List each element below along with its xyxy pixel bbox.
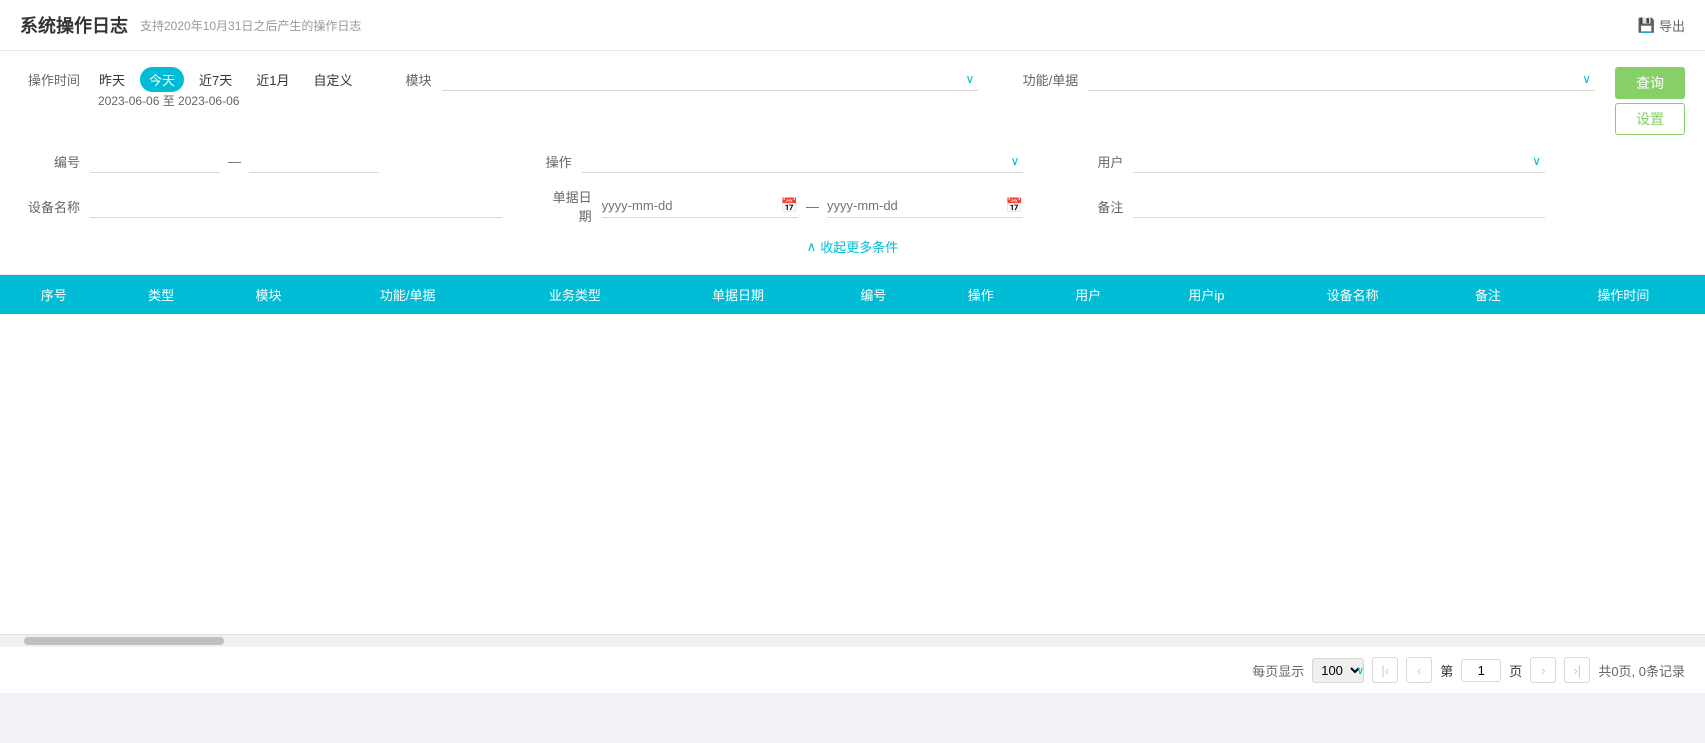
filter-area: 操作时间 昨天 今天 近7天 近1月 自定义 2023-06-06 至 2023… bbox=[0, 51, 1705, 275]
last-page-icon: ›| bbox=[1573, 663, 1581, 678]
page-header: 系统操作日志 支持2020年10月31日之后产生的操作日志 💾 导出 bbox=[0, 0, 1705, 51]
col-operation: 操作 bbox=[927, 275, 1034, 314]
table-container: 序号 类型 模块 功能/单据 业务类型 单据日期 编号 操作 用户 用户ip 设… bbox=[0, 275, 1705, 314]
page-subtitle: 支持2020年10月31日之后产生的操作日志 bbox=[140, 17, 361, 34]
date-range-display: 2023-06-06 至 2023-06-06 bbox=[98, 94, 239, 108]
time-btn-custom[interactable]: 自定义 bbox=[305, 67, 362, 92]
page-suffix: 页 bbox=[1509, 661, 1522, 680]
table-header: 序号 类型 模块 功能/单据 业务类型 单据日期 编号 操作 用户 用户ip 设… bbox=[0, 275, 1705, 314]
user-label: 用户 bbox=[1063, 152, 1133, 171]
doc-date-start-wrapper: 📅 bbox=[602, 194, 798, 218]
main-content: 序号 类型 模块 功能/单据 业务类型 单据日期 编号 操作 用户 用户ip 设… bbox=[0, 275, 1705, 693]
page-title: 系统操作日志 bbox=[20, 12, 128, 38]
function-label: 功能/单据 bbox=[1018, 70, 1088, 89]
page-number-input[interactable] bbox=[1461, 659, 1501, 682]
doc-date-end[interactable] bbox=[827, 194, 1002, 217]
no-dash: — bbox=[220, 154, 249, 169]
last-page-button[interactable]: ›| bbox=[1564, 657, 1590, 683]
col-seq: 序号 bbox=[0, 275, 107, 314]
module-label: 模块 bbox=[402, 70, 442, 89]
pagination-bar: 每页显示 10 20 50 100 200 ∨ |‹ ‹ 第 页 › ›| 共0… bbox=[0, 646, 1705, 693]
device-label: 设备名称 bbox=[20, 197, 90, 216]
operation-select-wrapper: ∨ bbox=[582, 149, 1024, 173]
time-btn-yesterday[interactable]: 昨天 bbox=[90, 67, 134, 92]
time-btn-today[interactable]: 今天 bbox=[140, 67, 184, 92]
header-row: 序号 类型 模块 功能/单据 业务类型 单据日期 编号 操作 用户 用户ip 设… bbox=[0, 275, 1705, 314]
next-page-button[interactable]: › bbox=[1530, 657, 1556, 683]
module-select-wrapper: ∨ bbox=[442, 67, 979, 91]
per-page-label: 每页显示 bbox=[1252, 661, 1304, 680]
scrollbar-thumb[interactable] bbox=[24, 637, 224, 645]
col-function: 功能/单据 bbox=[322, 275, 493, 314]
collapse-arrow-icon: ∧ bbox=[807, 239, 817, 255]
col-device: 设备名称 bbox=[1271, 275, 1434, 314]
time-label: 操作时间 bbox=[20, 70, 90, 89]
user-select[interactable] bbox=[1133, 149, 1545, 172]
calendar-end-icon[interactable]: 📅 bbox=[1006, 197, 1023, 214]
col-module: 模块 bbox=[215, 275, 322, 314]
doc-date-start[interactable] bbox=[602, 194, 777, 217]
collapse-button[interactable]: ∧ 收起更多条件 bbox=[807, 237, 899, 256]
next-page-icon: › bbox=[1541, 663, 1545, 678]
horizontal-scrollbar[interactable] bbox=[0, 634, 1705, 646]
col-user-ip: 用户ip bbox=[1142, 275, 1271, 314]
doc-date-label: 单据日期 bbox=[542, 187, 602, 225]
data-table: 序号 类型 模块 功能/单据 业务类型 单据日期 编号 操作 用户 用户ip 设… bbox=[0, 275, 1705, 314]
empty-area bbox=[0, 314, 1705, 634]
prev-page-button[interactable]: ‹ bbox=[1406, 657, 1432, 683]
no-input-end[interactable] bbox=[249, 149, 379, 173]
first-page-button[interactable]: |‹ bbox=[1372, 657, 1398, 683]
export-icon: 💾 bbox=[1638, 17, 1655, 34]
prev-page-icon: ‹ bbox=[1417, 663, 1421, 678]
operation-label: 操作 bbox=[542, 152, 582, 171]
export-label: 导出 bbox=[1659, 16, 1685, 35]
col-user: 用户 bbox=[1034, 275, 1141, 314]
device-input[interactable] bbox=[90, 194, 502, 218]
time-buttons: 昨天 今天 近7天 近1月 自定义 bbox=[90, 67, 362, 92]
collapse-row: ∧ 收起更多条件 bbox=[20, 231, 1685, 266]
remark-label: 备注 bbox=[1063, 197, 1133, 216]
remark-input[interactable] bbox=[1133, 194, 1545, 218]
time-btn-1month[interactable]: 近1月 bbox=[247, 67, 298, 92]
page-prefix: 第 bbox=[1440, 661, 1453, 680]
col-doc-date: 单据日期 bbox=[656, 275, 819, 314]
no-label: 编号 bbox=[20, 152, 90, 171]
calendar-start-icon[interactable]: 📅 bbox=[781, 197, 798, 214]
function-select[interactable] bbox=[1088, 67, 1595, 90]
module-select[interactable] bbox=[442, 67, 979, 90]
first-page-icon: |‹ bbox=[1381, 663, 1389, 678]
no-input-start[interactable] bbox=[90, 149, 220, 173]
col-biz-type: 业务类型 bbox=[493, 275, 656, 314]
col-no: 编号 bbox=[820, 275, 927, 314]
settings-button[interactable]: 设置 bbox=[1615, 103, 1685, 135]
user-select-wrapper: ∨ bbox=[1133, 149, 1545, 173]
page-size-select[interactable]: 10 20 50 100 200 bbox=[1312, 658, 1364, 683]
query-button[interactable]: 查询 bbox=[1615, 67, 1685, 99]
col-op-time: 操作时间 bbox=[1542, 275, 1705, 314]
doc-date-dash: — bbox=[798, 199, 827, 214]
export-button[interactable]: 💾 导出 bbox=[1638, 16, 1685, 35]
collapse-label: 收起更多条件 bbox=[820, 237, 898, 256]
col-remark: 备注 bbox=[1434, 275, 1541, 314]
time-btn-7days[interactable]: 近7天 bbox=[190, 67, 241, 92]
function-select-wrapper: ∨ bbox=[1088, 67, 1595, 91]
col-type: 类型 bbox=[107, 275, 214, 314]
operation-select[interactable] bbox=[582, 149, 1024, 172]
action-buttons: 查询 设置 bbox=[1615, 67, 1685, 135]
total-info: 共0页, 0条记录 bbox=[1598, 661, 1685, 680]
doc-date-end-wrapper: 📅 bbox=[827, 194, 1023, 218]
